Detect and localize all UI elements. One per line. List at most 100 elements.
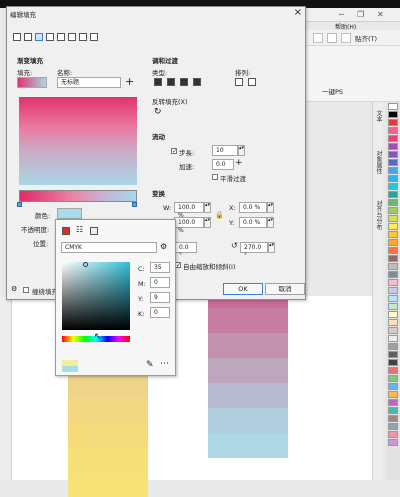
x-offset-field[interactable]: 0.0 %: [239, 202, 267, 213]
minimize-icon[interactable]: ─: [339, 10, 344, 19]
palette-swatch[interactable]: [388, 423, 398, 430]
palette-swatch[interactable]: [388, 207, 398, 214]
toolbar-button-1[interactable]: [313, 33, 323, 43]
one-key-ps-button[interactable]: 一键PS: [322, 86, 343, 96]
picker-settings-icon[interactable]: ⚙: [160, 242, 167, 251]
palette-swatch[interactable]: [388, 263, 398, 270]
palette-swatch[interactable]: [388, 439, 398, 446]
palette-swatch[interactable]: [388, 399, 398, 406]
steps-checkbox[interactable]: ✓: [171, 148, 177, 155]
palette-swatch[interactable]: [388, 327, 398, 334]
steps-spinner[interactable]: ▴▾: [238, 145, 245, 156]
palette-swatch[interactable]: [388, 335, 398, 342]
eyedropper-icon[interactable]: ✎: [146, 360, 154, 370]
black-field[interactable]: 0: [150, 307, 170, 318]
palette-swatch[interactable]: [388, 319, 398, 326]
texture-fill-icon[interactable]: [79, 33, 87, 41]
palette-swatch[interactable]: [388, 191, 398, 198]
reverse-icon[interactable]: ↻: [154, 107, 162, 117]
palette-swatch[interactable]: [388, 287, 398, 294]
palette-swatch[interactable]: [388, 159, 398, 166]
no-fill-icon[interactable]: [13, 33, 21, 41]
toolbar-button-3[interactable]: [341, 33, 351, 43]
height-field[interactable]: 100.0 %: [174, 217, 204, 234]
palette-swatch[interactable]: [388, 295, 398, 302]
rotate-icon[interactable]: ↺: [231, 241, 238, 250]
gradient-node-end[interactable]: [132, 202, 137, 207]
color-viewer-icon[interactable]: [62, 227, 70, 235]
add-icon[interactable]: +: [125, 75, 134, 88]
postscript-fill-icon[interactable]: [90, 33, 98, 41]
overprint-checkbox[interactable]: [23, 287, 29, 293]
node-color-dropdown[interactable]: [57, 208, 82, 219]
acceleration-field[interactable]: 0.0: [212, 159, 234, 170]
palette-swatch[interactable]: [388, 247, 398, 254]
palette-swatch[interactable]: [388, 391, 398, 398]
gradient-node-start[interactable]: [17, 202, 22, 207]
palette-swatch[interactable]: [388, 271, 398, 278]
palette-swatch[interactable]: [388, 431, 398, 438]
palette-swatch[interactable]: [388, 415, 398, 422]
palette-swatch[interactable]: [388, 183, 398, 190]
palette-swatch[interactable]: [388, 279, 398, 286]
pink-gradient-strip[interactable]: [208, 283, 288, 458]
palette-swatch[interactable]: [388, 167, 398, 174]
fountain-fill-icon[interactable]: [35, 33, 43, 41]
palette-swatch[interactable]: [388, 175, 398, 182]
hue-pointer-icon[interactable]: ↖: [94, 332, 102, 342]
repeat-mode-icon-2[interactable]: [248, 78, 256, 86]
yellow-gradient-strip[interactable]: [68, 372, 148, 497]
lock-ratio-icon[interactable]: 🔒: [215, 211, 224, 219]
fill-swatch-dropdown[interactable]: [17, 77, 47, 88]
width-field[interactable]: 100.0 %: [174, 202, 204, 219]
palette-swatch[interactable]: [388, 311, 398, 318]
gradient-bar[interactable]: [19, 190, 137, 202]
palette-swatch[interactable]: [388, 239, 398, 246]
restore-icon[interactable]: ❐: [357, 10, 364, 19]
more-options-icon[interactable]: ⋯: [160, 359, 169, 369]
rectangular-gradient-icon[interactable]: [193, 78, 201, 86]
color-cursor[interactable]: [83, 262, 88, 267]
rotation-angle-field[interactable]: 270.0 °: [240, 242, 268, 259]
palette-swatch[interactable]: [388, 375, 398, 382]
close-app-icon[interactable]: ✕: [377, 10, 384, 19]
height-spinner[interactable]: ▴▾: [204, 217, 211, 228]
palette-swatch[interactable]: [388, 111, 398, 118]
palette-swatch[interactable]: [388, 151, 398, 158]
palette-swatch[interactable]: [388, 383, 398, 390]
docker-tab-align[interactable]: 对齐与分布: [374, 200, 383, 230]
docker-tab-object-properties[interactable]: 对象属性: [374, 150, 383, 174]
palette-swatch[interactable]: [388, 367, 398, 374]
dialog-settings-icon[interactable]: ⚙: [11, 285, 17, 293]
palette-swatch[interactable]: [388, 215, 398, 222]
close-icon[interactable]: ×: [294, 7, 302, 18]
x-offset-spinner[interactable]: ▴▾: [267, 202, 274, 213]
cyan-field[interactable]: 35: [150, 262, 170, 273]
skew-angle-field[interactable]: 0.0 °: [175, 242, 197, 259]
two-color-pattern-icon[interactable]: [68, 33, 76, 41]
uniform-fill-icon[interactable]: [24, 33, 32, 41]
palette-swatch[interactable]: [388, 223, 398, 230]
cancel-button[interactable]: 取消: [265, 283, 305, 295]
smooth-transition-checkbox[interactable]: [212, 174, 218, 180]
vector-pattern-icon[interactable]: [46, 33, 54, 41]
linear-gradient-icon[interactable]: [154, 78, 162, 86]
palette-swatch[interactable]: [388, 303, 398, 310]
palette-swatch[interactable]: [388, 143, 398, 150]
acceleration-plus-icon[interactable]: +: [235, 158, 243, 168]
color-model-dropdown[interactable]: CMYK: [61, 242, 157, 253]
palette-swatch[interactable]: [388, 359, 398, 366]
palette-swatch[interactable]: [388, 407, 398, 414]
elliptical-gradient-icon[interactable]: [167, 78, 175, 86]
palette-swatch[interactable]: [388, 127, 398, 134]
yellow-field[interactable]: 9: [150, 292, 170, 303]
docker-tab-text[interactable]: 文本: [374, 110, 383, 122]
palettes-icon[interactable]: [90, 227, 98, 235]
y-offset-spinner[interactable]: ▴▾: [267, 217, 274, 228]
steps-field[interactable]: 10: [212, 145, 238, 156]
name-field[interactable]: 无标题: [57, 77, 121, 88]
toolbar-button-2[interactable]: [327, 33, 337, 43]
ok-button[interactable]: OK: [223, 283, 263, 295]
palette-swatch[interactable]: [388, 103, 398, 110]
palette-swatch[interactable]: [388, 119, 398, 126]
